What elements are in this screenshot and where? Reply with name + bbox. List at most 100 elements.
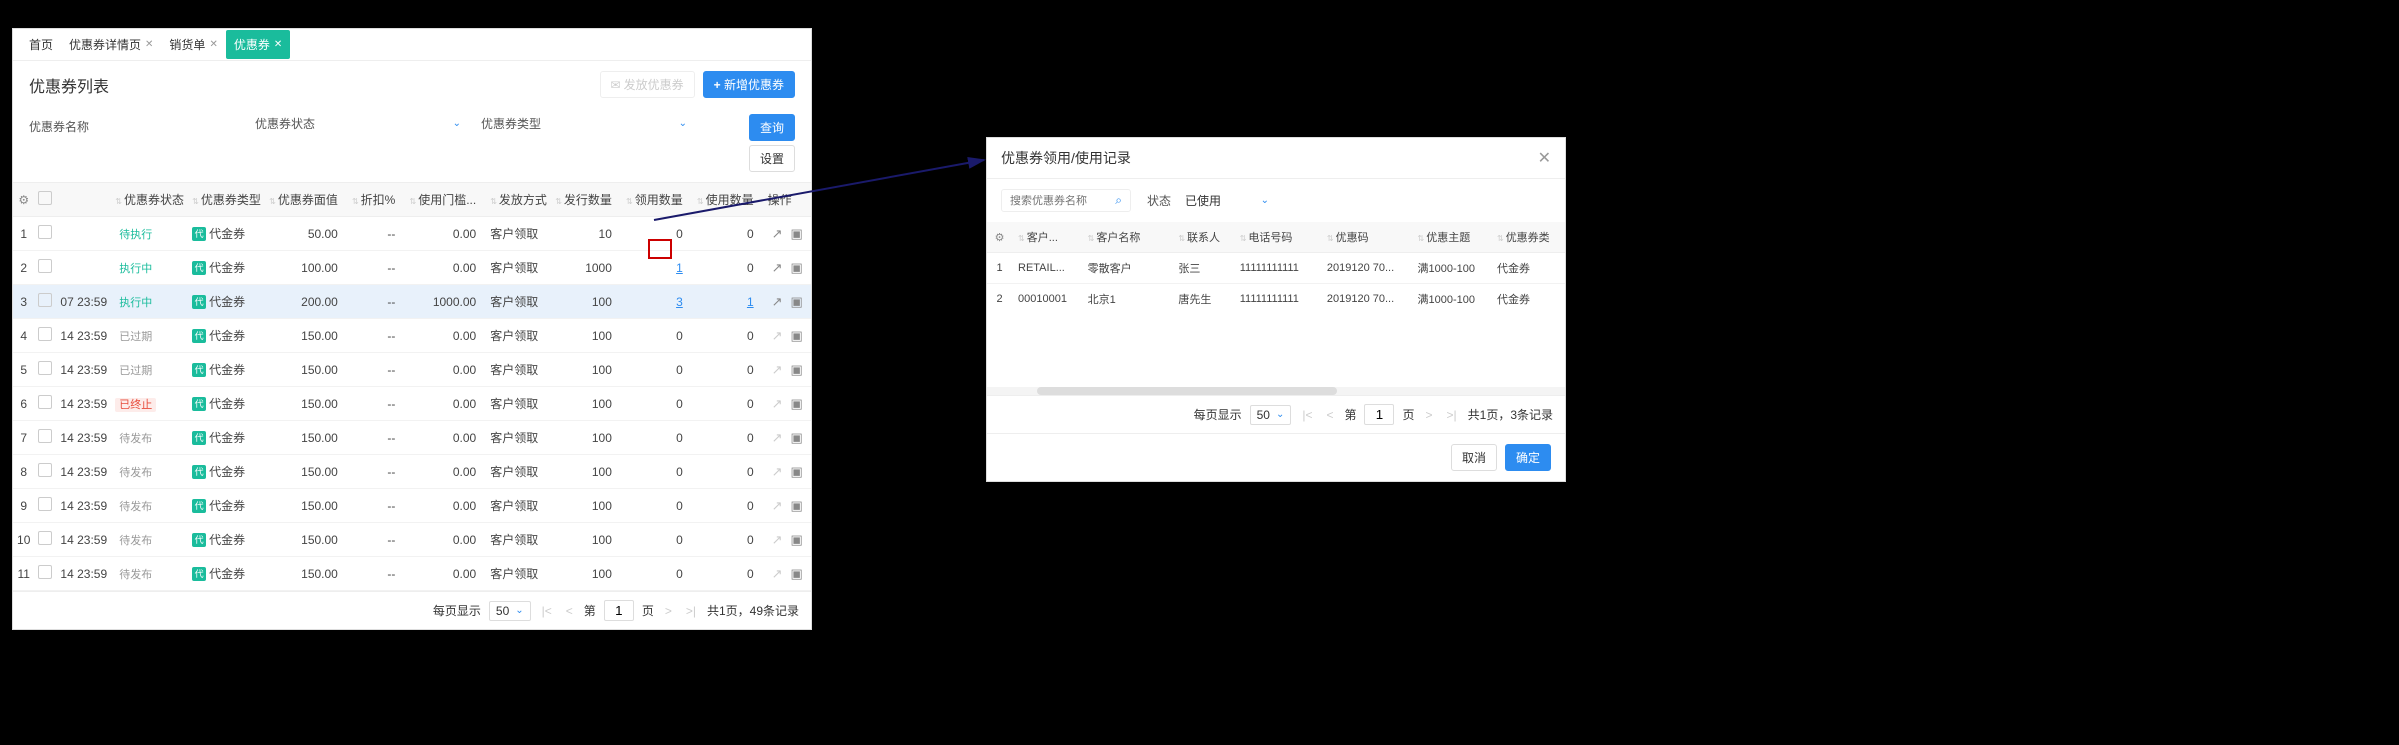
tab-coupon[interactable]: 优惠券✕ [226, 30, 290, 59]
col-threshold[interactable]: ⇅使用门槛... [405, 183, 486, 217]
qr-icon[interactable]: ▣ [791, 226, 803, 241]
settings-button[interactable]: 设置 [749, 145, 795, 172]
prev-page-icon[interactable]: < [563, 604, 576, 618]
cancel-button[interactable]: 取消 [1451, 444, 1497, 471]
qr-icon[interactable]: ▣ [791, 566, 803, 581]
table-row[interactable]: 11 14 23:59 待发布 代代金券 150.00 -- 0.00 客户领取… [13, 557, 811, 591]
row-checkbox[interactable] [38, 497, 52, 511]
table-row[interactable]: 9 14 23:59 待发布 代代金券 150.00 -- 0.00 客户领取 … [13, 489, 811, 523]
row-checkbox[interactable] [38, 565, 52, 579]
row-checkbox[interactable] [38, 463, 52, 477]
table-row[interactable]: 6 14 23:59 已终止 代代金券 150.00 -- 0.00 客户领取 … [13, 387, 811, 421]
external-icon[interactable]: ↗ [772, 328, 783, 343]
last-page-icon[interactable]: >| [683, 604, 699, 618]
per-page-select[interactable]: 50⌄ [1250, 405, 1292, 425]
modal-search[interactable]: ⌕ [1001, 189, 1131, 212]
qr-icon[interactable]: ▣ [791, 464, 803, 479]
col-face[interactable]: ⇅优惠券面值 [265, 183, 348, 217]
col-phone[interactable]: ⇅电话号码 [1234, 222, 1321, 253]
filter-type-select[interactable]: ⌄ [547, 114, 687, 133]
col-code[interactable]: ⇅优惠码 [1321, 222, 1412, 253]
close-icon[interactable]: ✕ [209, 39, 217, 50]
claimed-link[interactable]: 1 [676, 261, 683, 275]
col-claimed[interactable]: ⇅领用数量 [622, 183, 693, 217]
next-page-icon[interactable]: > [1423, 408, 1436, 422]
col-cust-no[interactable]: ⇅客户... [1012, 222, 1082, 253]
next-page-icon[interactable]: > [662, 604, 675, 618]
new-coupon-button[interactable]: + 新增优惠券 [703, 71, 795, 98]
external-icon[interactable]: ↗ [772, 396, 783, 411]
row-checkbox[interactable] [38, 429, 52, 443]
search-icon[interactable]: ⌕ [1115, 193, 1122, 208]
qr-icon[interactable]: ▣ [791, 498, 803, 513]
issue-coupon-button[interactable]: ✉发放优惠券 [600, 71, 695, 98]
horizontal-scrollbar[interactable] [987, 387, 1565, 395]
page-input[interactable] [604, 600, 634, 621]
table-row[interactable]: 8 14 23:59 待发布 代代金券 150.00 -- 0.00 客户领取 … [13, 455, 811, 489]
col-discount[interactable]: ⇅折扣% [348, 183, 405, 217]
close-icon[interactable]: ✕ [1538, 148, 1551, 168]
col-topic[interactable]: ⇅优惠主题 [1412, 222, 1491, 253]
col-used[interactable]: ⇅使用数量 [693, 183, 764, 217]
external-icon[interactable]: ↗ [772, 226, 783, 241]
col-cust-name[interactable]: ⇅客户名称 [1082, 222, 1173, 253]
tab-sales[interactable]: 销货单✕ [161, 30, 225, 59]
qr-icon[interactable]: ▣ [791, 328, 803, 343]
search-input[interactable] [1010, 195, 1115, 207]
row-checkbox[interactable] [38, 327, 52, 341]
per-page-select[interactable]: 50⌄ [489, 601, 531, 621]
row-checkbox[interactable] [38, 259, 52, 273]
claimed-link[interactable]: 3 [676, 295, 683, 309]
qr-icon[interactable]: ▣ [791, 260, 803, 275]
col-type[interactable]: ⇅优惠券类型 [188, 183, 265, 217]
tab-home[interactable]: 首页 [21, 30, 61, 59]
row-checkbox[interactable] [38, 361, 52, 375]
external-icon[interactable]: ↗ [772, 294, 783, 309]
table-row[interactable]: 10 14 23:59 待发布 代代金券 150.00 -- 0.00 客户领取… [13, 523, 811, 557]
col-kind[interactable]: ⇅优惠券类 [1491, 222, 1565, 253]
qr-icon[interactable]: ▣ [791, 532, 803, 547]
table-row[interactable]: 1 待执行 代代金券 50.00 -- 0.00 客户领取 10 0 0 ↗▣ [13, 217, 811, 251]
query-button[interactable]: 查询 [749, 114, 795, 141]
table-row[interactable]: 5 14 23:59 已过期 代代金券 150.00 -- 0.00 客户领取 … [13, 353, 811, 387]
gear-icon[interactable]: ⚙ [995, 232, 1005, 244]
row-checkbox[interactable] [38, 395, 52, 409]
table-row[interactable]: 2 执行中 代代金券 100.00 -- 0.00 客户领取 1000 1 0 … [13, 251, 811, 285]
row-checkbox[interactable] [38, 531, 52, 545]
qr-icon[interactable]: ▣ [791, 362, 803, 377]
table-row[interactable]: 4 14 23:59 已过期 代代金券 150.00 -- 0.00 客户领取 … [13, 319, 811, 353]
qr-icon[interactable]: ▣ [791, 294, 803, 309]
last-page-icon[interactable]: >| [1444, 408, 1460, 422]
filter-status-select[interactable]: ⌄ [321, 114, 461, 133]
first-page-icon[interactable]: |< [539, 604, 555, 618]
external-icon[interactable]: ↗ [772, 566, 783, 581]
close-icon[interactable]: ✕ [145, 39, 153, 50]
checkbox-all[interactable] [38, 191, 52, 205]
tab-detail[interactable]: 优惠券详情页✕ [61, 30, 161, 59]
external-icon[interactable]: ↗ [772, 260, 783, 275]
page-input[interactable] [1364, 404, 1394, 425]
qr-icon[interactable]: ▣ [791, 430, 803, 445]
qr-icon[interactable]: ▣ [791, 396, 803, 411]
col-issued[interactable]: ⇅发行数量 [551, 183, 622, 217]
external-icon[interactable]: ↗ [772, 464, 783, 479]
external-icon[interactable]: ↗ [772, 430, 783, 445]
filter-name-input[interactable] [95, 114, 235, 138]
table-row[interactable]: 3 07 23:59 执行中 代代金券 200.00 -- 1000.00 客户… [13, 285, 811, 319]
table-row[interactable]: 2 00010001 北京1 唐先生 11111111111 2019120 7… [987, 284, 1565, 305]
modal-status-select[interactable]: 已使用⌄ [1177, 190, 1277, 211]
used-link[interactable]: 1 [747, 295, 754, 309]
close-icon[interactable]: ✕ [274, 39, 282, 50]
external-icon[interactable]: ↗ [772, 362, 783, 377]
col-status[interactable]: ⇅优惠券状态 [111, 183, 188, 217]
first-page-icon[interactable]: |< [1299, 408, 1315, 422]
external-icon[interactable]: ↗ [772, 532, 783, 547]
col-contact[interactable]: ⇅联系人 [1172, 222, 1233, 253]
confirm-button[interactable]: 确定 [1505, 444, 1551, 471]
row-checkbox[interactable] [38, 293, 52, 307]
external-icon[interactable]: ↗ [772, 498, 783, 513]
gear-icon[interactable]: ⚙ [18, 193, 29, 207]
col-method[interactable]: ⇅发放方式 [486, 183, 551, 217]
row-checkbox[interactable] [38, 225, 52, 239]
table-row[interactable]: 1 RETAIL... 零散客户 张三 11111111111 2019120 … [987, 253, 1565, 284]
